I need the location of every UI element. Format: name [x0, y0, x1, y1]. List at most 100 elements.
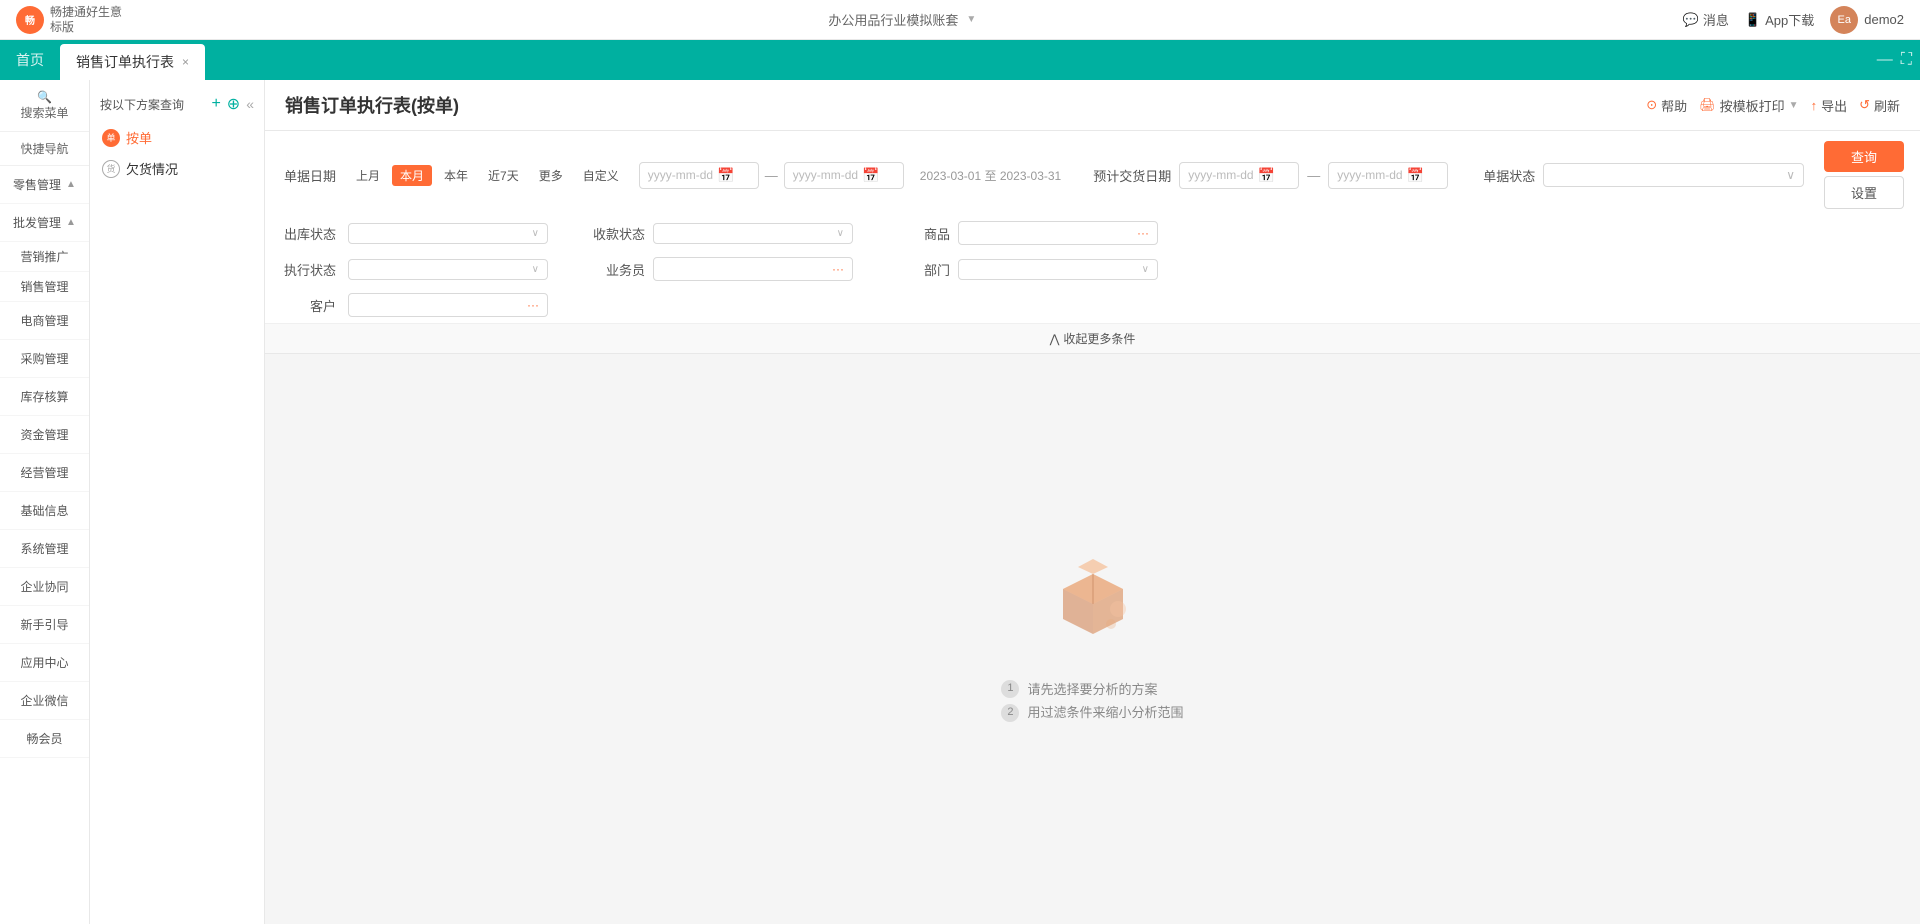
sidebar-item-operations[interactable]: 经营管理: [0, 454, 89, 492]
date-tab-more[interactable]: 更多: [531, 165, 571, 186]
goods-dots: ···: [1137, 226, 1149, 240]
inventory-label: 库存核算: [20, 388, 68, 405]
payment-status-select[interactable]: ∨: [653, 223, 853, 244]
user-area[interactable]: Ea demo2: [1830, 6, 1904, 34]
print-button[interactable]: 🖨 按模板打印 ▼: [1699, 96, 1798, 115]
app-download-button[interactable]: 📱 App下载: [1745, 10, 1814, 29]
ecommerce-label: 电商管理: [20, 312, 68, 329]
order-status-group: 单据状态 ∨: [1480, 163, 1804, 187]
goods-select[interactable]: ···: [958, 221, 1158, 245]
sidebar-item-ecommerce[interactable]: 电商管理: [0, 302, 89, 340]
tab-minimize-icon[interactable]: —: [1877, 51, 1893, 69]
export-button[interactable]: ↑ 导出: [1811, 96, 1848, 115]
collapse-up-icon: ⋀: [1050, 332, 1060, 346]
ship-status-label: 出库状态: [281, 224, 336, 243]
refresh-icon: ↺: [1859, 97, 1870, 113]
page-actions: ⊙ 帮助 🖨 按模板打印 ▼ ↑ 导出: [1646, 96, 1900, 115]
customer-select[interactable]: ···: [348, 293, 548, 317]
settings-button[interactable]: 设置: [1824, 176, 1904, 209]
expected-date-from[interactable]: yyyy-mm-dd 📅: [1179, 162, 1299, 189]
sidebar-item-purchase[interactable]: 采购管理: [0, 340, 89, 378]
tab-bar: 首页 销售订单执行表 × — ⛶: [0, 40, 1920, 80]
salesperson-dots: ···: [832, 262, 844, 276]
date-tab-last7[interactable]: 近7天: [480, 165, 527, 186]
step-2-text: 用过滤条件来缩小分析范围: [1027, 701, 1183, 724]
sales-label: 销售管理: [20, 280, 68, 294]
page-title-row: 销售订单执行表(按单) ⊙ 帮助 🖨 按模板打印 ▼: [285, 92, 1900, 118]
date-tab-custom[interactable]: 自定义: [575, 165, 627, 186]
exp-calendar-from: 📅: [1258, 167, 1275, 184]
sidebar-item-member[interactable]: 畅会员: [0, 720, 89, 758]
avatar-text: Ea: [1838, 14, 1851, 26]
newbie-label: 新手引导: [20, 616, 68, 633]
date-range-text: 2023-03-01 至 2023-03-31: [920, 167, 1061, 184]
tab-home[interactable]: 首页: [0, 40, 60, 80]
page-header: 销售订单执行表(按单) ⊙ 帮助 🖨 按模板打印 ▼: [265, 80, 1920, 131]
tab-current[interactable]: 销售订单执行表 ×: [60, 44, 205, 80]
query-button[interactable]: 查询: [1824, 141, 1904, 172]
left-panel-collapse-btn[interactable]: «: [246, 96, 254, 112]
sidebar-quick-nav[interactable]: 快捷导航: [0, 132, 89, 166]
department-select[interactable]: ∨: [958, 259, 1158, 280]
sidebar-item-retail[interactable]: 零售管理 ▲: [0, 166, 89, 204]
logo-area: 畅 畅捷通好生意 标版: [16, 5, 122, 34]
basic-label: 基础信息: [20, 502, 68, 519]
sidebar-item-inventory[interactable]: 库存核算: [0, 378, 89, 416]
message-button[interactable]: 💬 消息: [1683, 10, 1729, 29]
sidebar: 🔍 搜索菜单 快捷导航 零售管理 ▲ 批发管理 ▲ 营销推广 销售管理 电商管理…: [0, 80, 90, 924]
sidebar-item-wechat[interactable]: 企业微信: [0, 682, 89, 720]
salesperson-select[interactable]: ···: [653, 257, 853, 281]
goods-group: 商品 ···: [895, 221, 1158, 245]
app-download-label: App下载: [1765, 10, 1814, 29]
left-panel-add-btn[interactable]: +: [211, 95, 220, 113]
sidebar-item-appstore[interactable]: 应用中心: [0, 644, 89, 682]
sidebar-search-label: 搜索菜单: [8, 104, 81, 121]
sidebar-item-finance[interactable]: 资金管理: [0, 416, 89, 454]
sidebar-item-sales[interactable]: 销售管理: [0, 272, 89, 302]
date-from-input[interactable]: yyyy-mm-dd 📅: [639, 162, 759, 189]
filter-row-1: 单据日期 上月 本月 本年 近7天 更多 自定义 yyyy-mm-dd: [265, 131, 1920, 215]
filter-row-2: 出库状态 ∨ 收款状态 ∨: [265, 215, 1920, 251]
salesperson-group: 业务员 ···: [590, 257, 853, 281]
sidebar-search[interactable]: 🔍 搜索菜单: [0, 80, 89, 132]
retail-arrow: ▲: [66, 179, 76, 190]
sidebar-item-enterprise[interactable]: 企业协同: [0, 568, 89, 606]
tab-close-icon[interactable]: ×: [182, 55, 189, 69]
date-tab-current-month[interactable]: 本月: [392, 165, 432, 186]
exec-status-select[interactable]: ∨: [348, 259, 548, 280]
breadcrumb[interactable]: 办公用品行业模拟账套 ▼: [828, 10, 976, 29]
date-to-input[interactable]: yyyy-mm-dd 📅: [784, 162, 904, 189]
collapse-button[interactable]: ⋀ 收起更多条件: [265, 323, 1920, 353]
sidebar-item-wholesale[interactable]: 批发管理 ▲: [0, 204, 89, 242]
refresh-button[interactable]: ↺ 刷新: [1859, 96, 1900, 115]
refresh-label: 刷新: [1874, 96, 1900, 115]
sidebar-item-marketing[interactable]: 营销推广: [0, 242, 89, 272]
query-btn-group: 查询 设置: [1824, 141, 1904, 209]
wechat-label: 企业微信: [20, 692, 68, 709]
order-status-select[interactable]: ∨: [1543, 163, 1804, 187]
date-tab-last-month[interactable]: 上月: [348, 165, 388, 186]
exec-status-chevron: ∨: [532, 264, 539, 275]
date-field-label: 单据日期: [281, 166, 336, 185]
left-panel-copy-btn[interactable]: ⊕: [227, 94, 240, 114]
ship-status-select[interactable]: ∨: [348, 223, 548, 244]
tab-home-label: 首页: [16, 50, 44, 70]
customer-dots: ···: [527, 298, 539, 312]
step-num-1: 1: [1001, 680, 1019, 698]
left-panel-item-欠货情况[interactable]: 货 欠货情况: [90, 153, 264, 184]
expected-date-to[interactable]: yyyy-mm-dd 📅: [1328, 162, 1448, 189]
sidebar-item-newbie[interactable]: 新手引导: [0, 606, 89, 644]
date-tab-current-year[interactable]: 本年: [436, 165, 476, 186]
left-panel-item-按单[interactable]: 单 按单: [90, 122, 264, 153]
content-inner: 按以下方案查询 + ⊕ « 单 按单 货 欠货情况: [90, 80, 1920, 924]
left-panel-item-欠货情况-label: 欠货情况: [126, 159, 178, 178]
active-item-icon: 单: [102, 129, 120, 147]
sidebar-item-system[interactable]: 系统管理: [0, 530, 89, 568]
help-button[interactable]: ⊙ 帮助: [1646, 96, 1687, 115]
tab-maximize-icon[interactable]: ⛶: [1901, 51, 1912, 69]
left-panel-header: 按以下方案查询 + ⊕ «: [90, 90, 264, 122]
left-panel-actions: + ⊕ «: [211, 94, 254, 114]
sidebar-item-basic[interactable]: 基础信息: [0, 492, 89, 530]
calendar-from-icon: 📅: [717, 167, 734, 184]
download-icon: 📱: [1745, 12, 1761, 28]
